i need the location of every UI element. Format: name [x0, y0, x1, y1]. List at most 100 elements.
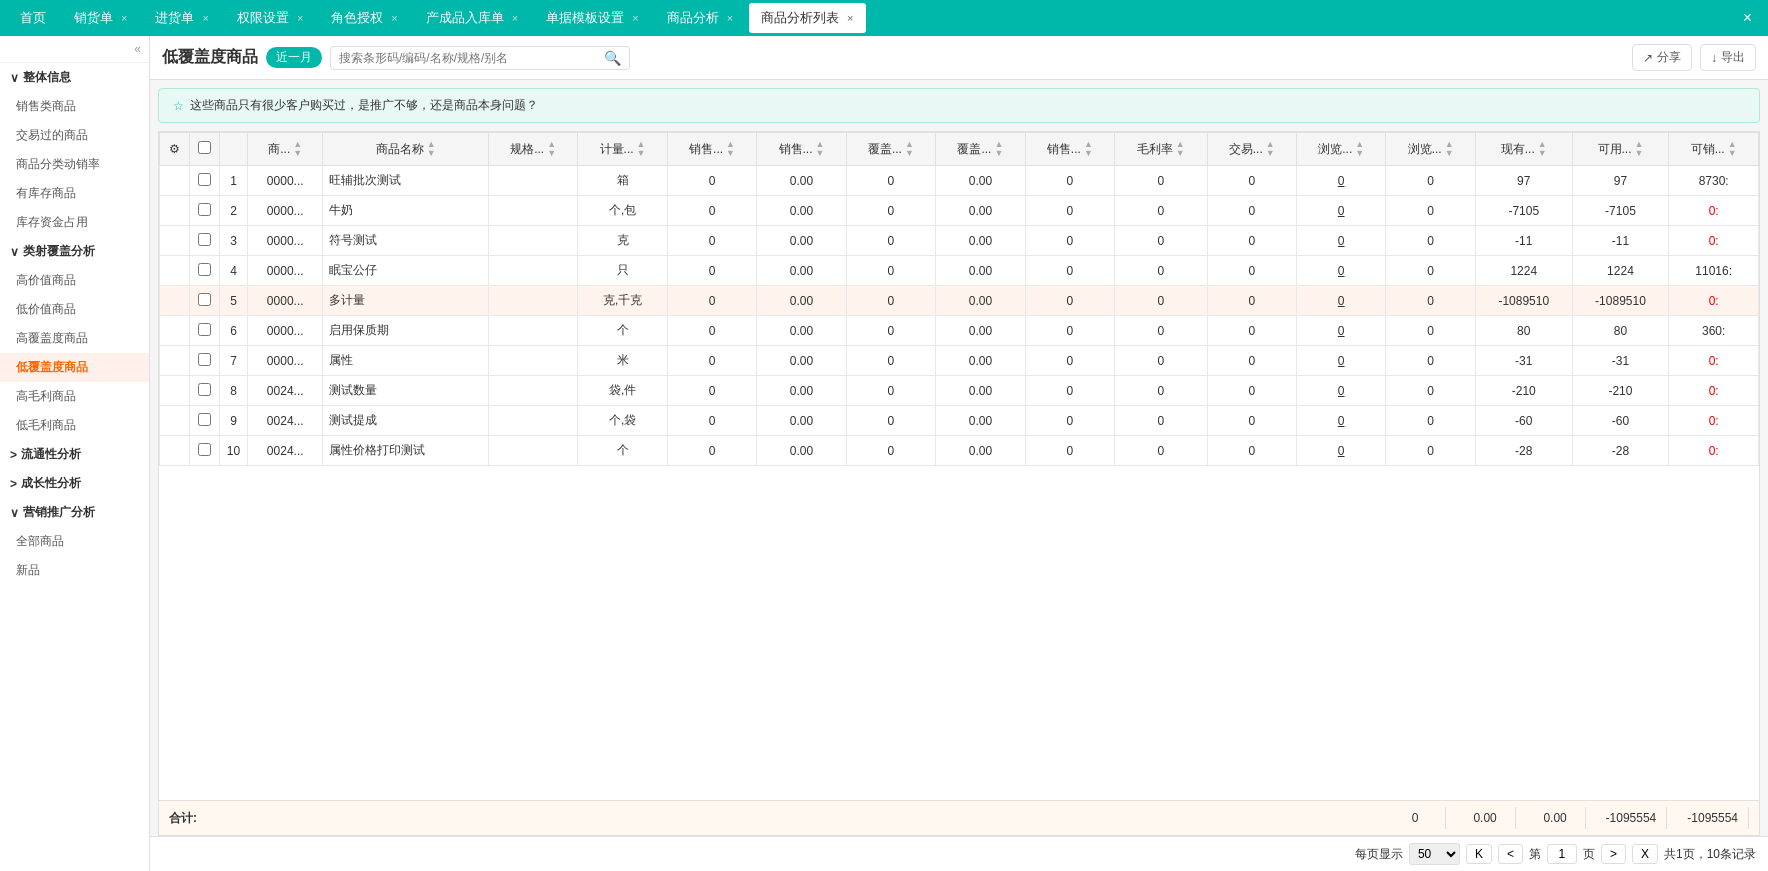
close-icon[interactable]: ×	[632, 12, 638, 24]
sidebar-collapse-button[interactable]: «	[0, 36, 149, 63]
window-close-button[interactable]: ×	[1735, 5, 1760, 31]
row-settings[interactable]	[160, 226, 190, 256]
sidebar-group-flow[interactable]: > 流通性分析	[0, 440, 149, 469]
close-icon[interactable]: ×	[847, 12, 853, 24]
settings-column-header[interactable]: ⚙	[160, 133, 190, 166]
sidebar-item-in-stock-goods[interactable]: 有库存商品	[0, 179, 149, 208]
sidebar-item-low-value[interactable]: 低价值商品	[0, 295, 149, 324]
row-browse1[interactable]: 0	[1296, 166, 1385, 196]
row-checkbox[interactable]	[190, 346, 220, 376]
sidebar-group-marketing[interactable]: ∨ 营销推广分析	[0, 498, 149, 527]
nav-purchase-order[interactable]: 进货单 ×	[143, 3, 220, 33]
sidebar-item-new-goods[interactable]: 新品	[0, 556, 149, 585]
sales-amount-column-header[interactable]: 销售...▲▼	[757, 133, 846, 166]
row-settings[interactable]	[160, 196, 190, 226]
nav-role-auth[interactable]: 角色授权 ×	[319, 3, 409, 33]
prev-page-button[interactable]: <	[1498, 844, 1523, 864]
row-checkbox[interactable]	[190, 316, 220, 346]
sales-qty-column-header[interactable]: 销售...▲▼	[667, 133, 756, 166]
sidebar-item-high-value[interactable]: 高价值商品	[0, 266, 149, 295]
sidebar-item-category-sell-through[interactable]: 商品分类动销率	[0, 150, 149, 179]
coverage2-column-header[interactable]: 覆盖...▲▼	[936, 133, 1025, 166]
sidebar-item-low-margin[interactable]: 低毛利商品	[0, 411, 149, 440]
sidebar-item-sales-goods[interactable]: 销售类商品	[0, 92, 149, 121]
row-settings[interactable]	[160, 376, 190, 406]
row-checkbox[interactable]	[190, 436, 220, 466]
sidebar-group-coverage[interactable]: ∨ 类射覆盖分析	[0, 237, 149, 266]
row-settings[interactable]	[160, 316, 190, 346]
row-browse1[interactable]: 0	[1296, 316, 1385, 346]
row-settings[interactable]	[160, 256, 190, 286]
row-settings[interactable]	[160, 406, 190, 436]
page-number-input[interactable]	[1547, 844, 1577, 864]
last-page-button[interactable]: X	[1632, 844, 1658, 864]
row-checkbox[interactable]	[190, 376, 220, 406]
nav-product-analysis-list[interactable]: 商品分析列表 ×	[749, 3, 865, 33]
close-icon[interactable]: ×	[202, 12, 208, 24]
nav-product-analysis[interactable]: 商品分析 ×	[655, 3, 745, 33]
name-column-header[interactable]: 商品名称▲▼	[323, 133, 488, 166]
row-browse1[interactable]: 0	[1296, 286, 1385, 316]
row-settings[interactable]	[160, 166, 190, 196]
row-gross-rate: 0	[1115, 376, 1207, 406]
close-icon[interactable]: ×	[121, 12, 127, 24]
row-spec	[488, 166, 577, 196]
gross-rate-column-header[interactable]: 毛利率▲▼	[1115, 133, 1207, 166]
row-checkbox[interactable]	[190, 286, 220, 316]
row-settings[interactable]	[160, 286, 190, 316]
available-column-header[interactable]: 可用...▲▼	[1572, 133, 1669, 166]
row-browse1[interactable]: 0	[1296, 406, 1385, 436]
row-browse1[interactable]: 0	[1296, 376, 1385, 406]
row-settings[interactable]	[160, 436, 190, 466]
sellable-column-header[interactable]: 可销...▲▼	[1669, 133, 1759, 166]
browse2-column-header[interactable]: 浏览...▲▼	[1386, 133, 1475, 166]
nav-home[interactable]: 首页	[8, 3, 58, 33]
per-page-select[interactable]: 50 100 200	[1409, 843, 1460, 865]
sidebar-item-high-margin[interactable]: 高毛利商品	[0, 382, 149, 411]
row-no: 2	[220, 196, 248, 226]
row-browse1[interactable]: 0	[1296, 226, 1385, 256]
first-page-button[interactable]: K	[1466, 844, 1492, 864]
row-checkbox[interactable]	[190, 256, 220, 286]
stock1-column-header[interactable]: 现有...▲▼	[1475, 133, 1572, 166]
spec-column-header[interactable]: 规格...▲▼	[488, 133, 577, 166]
row-browse1[interactable]: 0	[1296, 436, 1385, 466]
select-all-checkbox[interactable]	[198, 141, 211, 154]
nav-sales-order[interactable]: 销货单 ×	[62, 3, 139, 33]
browse1-column-header[interactable]: 浏览...▲▼	[1296, 133, 1385, 166]
sidebar-item-all-goods[interactable]: 全部商品	[0, 527, 149, 556]
search-box[interactable]: 🔍	[330, 46, 630, 70]
unit-column-header[interactable]: 计量...▲▼	[578, 133, 667, 166]
nav-doc-template[interactable]: 单据模板设置 ×	[534, 3, 650, 33]
row-checkbox[interactable]	[190, 196, 220, 226]
close-icon[interactable]: ×	[297, 12, 303, 24]
share-button[interactable]: ↗ 分享	[1632, 44, 1692, 71]
sidebar-group-overview[interactable]: ∨ 整体信息	[0, 63, 149, 92]
row-browse1[interactable]: 0	[1296, 196, 1385, 226]
checkbox-column-header[interactable]	[190, 133, 220, 166]
search-input[interactable]	[339, 51, 604, 65]
time-filter-button[interactable]: 近一月	[266, 47, 322, 68]
row-checkbox[interactable]	[190, 406, 220, 436]
sidebar-item-low-coverage[interactable]: 低覆盖度商品	[0, 353, 149, 382]
transactions-column-header[interactable]: 交易...▲▼	[1207, 133, 1296, 166]
coverage1-column-header[interactable]: 覆盖...▲▼	[846, 133, 935, 166]
close-icon[interactable]: ×	[391, 12, 397, 24]
sidebar-item-inventory-capital[interactable]: 库存资金占用	[0, 208, 149, 237]
sales-days-column-header[interactable]: 销售...▲▼	[1025, 133, 1114, 166]
row-browse1[interactable]: 0	[1296, 346, 1385, 376]
nav-permission-settings[interactable]: 权限设置 ×	[225, 3, 315, 33]
close-icon[interactable]: ×	[727, 12, 733, 24]
row-browse1[interactable]: 0	[1296, 256, 1385, 286]
sidebar-item-traded-goods[interactable]: 交易过的商品	[0, 121, 149, 150]
next-page-button[interactable]: >	[1601, 844, 1626, 864]
row-settings[interactable]	[160, 346, 190, 376]
row-checkbox[interactable]	[190, 226, 220, 256]
row-checkbox[interactable]	[190, 166, 220, 196]
nav-product-inbound[interactable]: 产成品入库单 ×	[414, 3, 530, 33]
export-button[interactable]: ↓ 导出	[1700, 44, 1756, 71]
code-column-header[interactable]: 商...▲▼	[248, 133, 323, 166]
sidebar-group-growth[interactable]: > 成长性分析	[0, 469, 149, 498]
sidebar-item-high-coverage[interactable]: 高覆盖度商品	[0, 324, 149, 353]
close-icon[interactable]: ×	[512, 12, 518, 24]
